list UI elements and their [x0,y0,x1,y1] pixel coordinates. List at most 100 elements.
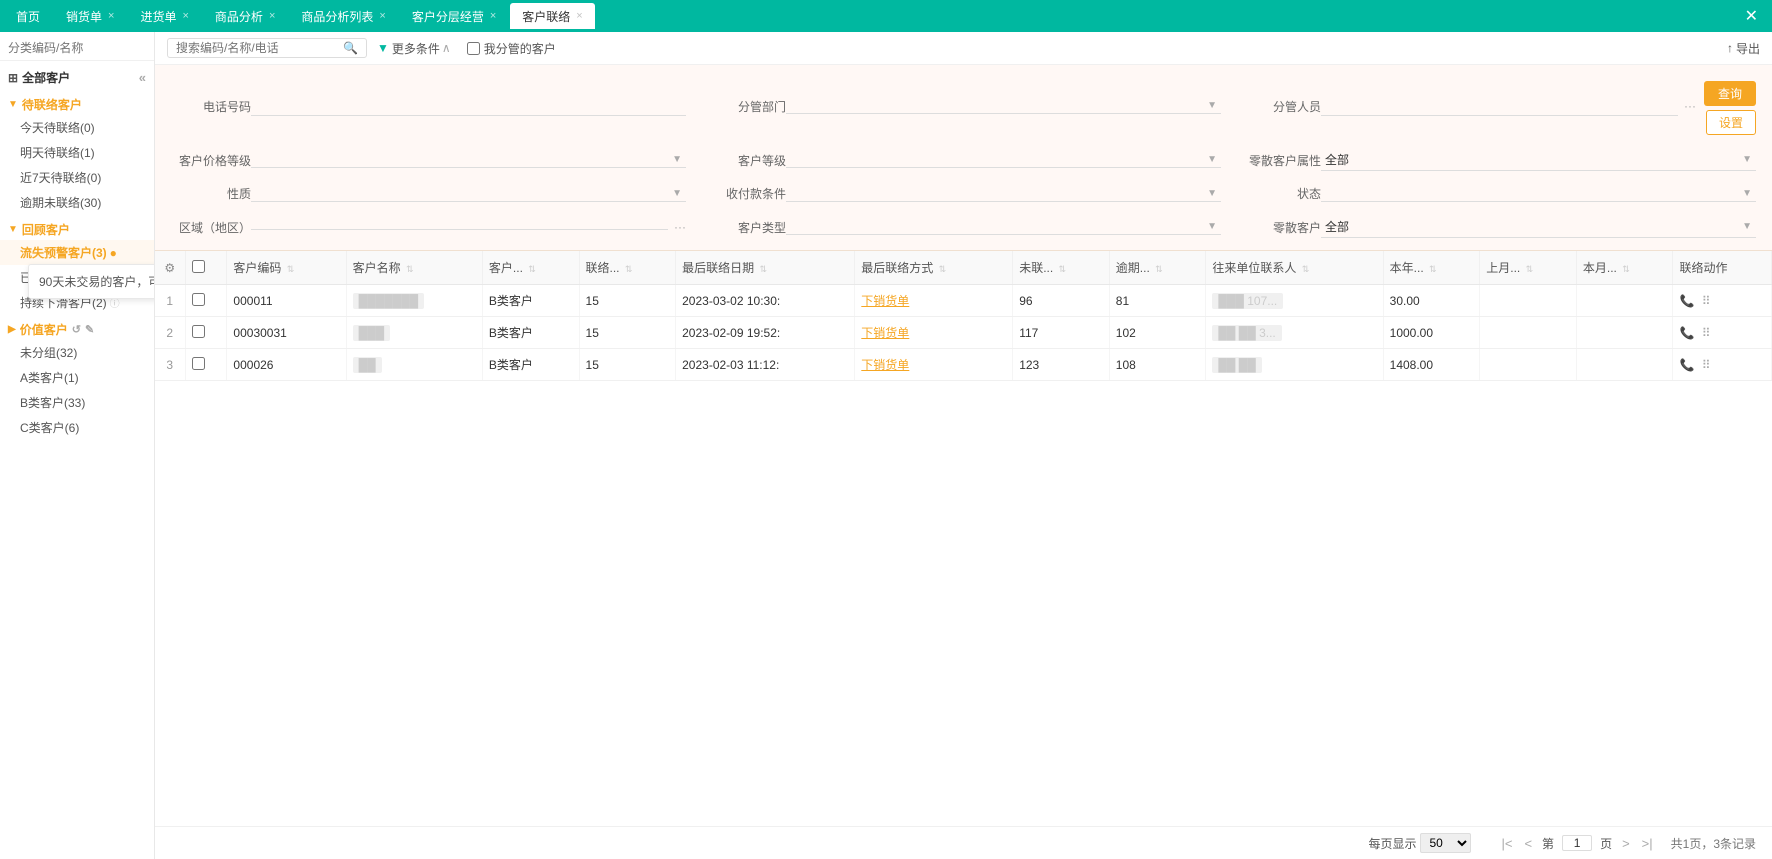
sidebar-group-pending[interactable]: ▼ 待联络客户 [0,90,154,115]
gear-icon[interactable]: ⚙ [164,261,175,275]
window-close-icon[interactable]: ✕ [1735,6,1768,26]
filter-person-dots[interactable]: ··· [1684,99,1696,113]
close-sales-order-icon[interactable]: × [108,10,114,22]
select-all-checkbox[interactable] [192,260,205,273]
tab-sales-order[interactable]: 销货单 × [54,3,126,29]
col-this-year[interactable]: 本年... ⇅ [1383,251,1480,285]
row-this-month [1576,349,1673,381]
action-phone-icon[interactable]: 📞 [1679,326,1694,340]
row-type: B类客户 [482,285,579,317]
search-input[interactable] [176,41,339,55]
table-wrap: ⚙ 客户编码 ⇅ 客户名称 ⇅ [155,251,1772,826]
sidebar-item-c-customers[interactable]: C类客户(6) [0,415,154,440]
row-select-checkbox[interactable] [192,357,205,370]
tab-purchase-order[interactable]: 进货单 × [128,3,200,29]
sidebar-item-churn-warning[interactable]: 流失预警客户(3) ● [0,240,154,265]
first-page-btn[interactable]: |< [1495,834,1518,853]
col-overdue[interactable]: 逾期... ⇅ [1109,251,1206,285]
last-page-btn[interactable]: >| [1636,834,1659,853]
sidebar-group-value[interactable]: ▶ 价值客户 ↺ ✎ [0,315,154,340]
tab-homepage[interactable]: 首页 [4,3,52,29]
edit-icon[interactable]: ✎ [85,323,94,336]
filter-price-level-select[interactable]: ▼ [251,152,686,168]
tab-product-analysis[interactable]: 商品分析 × [203,3,287,29]
prev-page-btn[interactable]: < [1518,834,1538,853]
filter-level-select[interactable]: ▼ [786,152,1221,168]
row-this-month [1576,285,1673,317]
sidebar-all-customers[interactable]: ⊞ 全部客户 « [0,61,154,90]
row-select-checkbox[interactable] [192,325,205,338]
col-last-date[interactable]: 最后联络日期 ⇅ [676,251,855,285]
action-more-icon[interactable]: ⠿ [1702,294,1711,308]
tab-customer-contact[interactable]: 客户联络 × [510,3,594,29]
row-checkbox[interactable] [185,349,227,381]
refresh-icon[interactable]: ↺ [72,323,81,336]
col-not-contact[interactable]: 未联... ⇅ [1013,251,1110,285]
row-code: 000011 [227,285,346,317]
sidebar-item-ungrouped[interactable]: 未分组(32) [0,340,154,365]
sidebar-item-b-customers[interactable]: B类客户(33) [0,390,154,415]
filter-customer-type-select[interactable]: ▼ [786,219,1221,235]
row-checkbox[interactable] [185,285,227,317]
filter-nature-select[interactable]: ▼ [251,186,686,202]
close-product-analysis-icon[interactable]: × [269,10,275,22]
col-last-method[interactable]: 最后联络方式 ⇅ [855,251,1013,285]
per-page-select[interactable]: 50 100 200 [1420,833,1471,853]
filter-status-select[interactable]: ▼ [1321,186,1756,202]
sidebar-item-7days[interactable]: 近7天待联络(0) [0,165,154,190]
sidebar-item-overdue-contact[interactable]: 逾期未联络(30) [0,190,154,215]
tab-customer-stratified[interactable]: 客户分层经营 × [400,3,508,29]
row-last-method[interactable]: 下销货单 [855,317,1013,349]
filter-person-input[interactable] [1321,97,1678,116]
action-more-icon[interactable]: ⠿ [1702,326,1711,340]
my-customers-checkbox[interactable] [467,42,480,55]
sidebar-search-input[interactable] [8,41,155,55]
row-contact: 15 [579,349,676,381]
sidebar-item-tomorrow[interactable]: 明天待联络(1) [0,140,154,165]
page-input[interactable] [1562,835,1592,851]
filter-icon: ▼ [377,41,389,55]
export-btn[interactable]: ↑ 导出 [1727,40,1760,57]
col-this-month[interactable]: 本月... ⇅ [1576,251,1673,285]
row-last-method[interactable]: 下销货单 [855,285,1013,317]
close-purchase-order-icon[interactable]: × [182,10,188,22]
row-code: 00030031 [227,317,346,349]
col-code[interactable]: 客户编码 ⇅ [227,251,346,285]
chevron-down-icon-dept: ▼ [1207,100,1217,111]
filter-region-dots[interactable]: ··· [674,220,686,234]
col-name[interactable]: 客户名称 ⇅ [346,251,482,285]
col-last-month[interactable]: 上月... ⇅ [1480,251,1577,285]
sidebar-group-review[interactable]: ▼ 回顾客户 [0,215,154,240]
query-button[interactable]: 查询 [1704,81,1756,106]
col-type[interactable]: 客户... ⇅ [482,251,579,285]
more-conditions-btn[interactable]: ▼ 更多条件 ∧ [377,40,451,57]
sidebar-collapse-icon[interactable]: « [139,70,146,85]
filter-retail-select[interactable]: 全部 ▼ [1321,216,1756,238]
filter-payment-select[interactable]: ▼ [786,186,1221,202]
close-customer-stratified-icon[interactable]: × [490,10,496,22]
sidebar-item-a-customers[interactable]: A类客户(1) [0,365,154,390]
row-checkbox[interactable] [185,317,227,349]
tab-product-analysis-list[interactable]: 商品分析列表 × [289,3,397,29]
filter-phone-input[interactable] [251,97,686,116]
close-customer-contact-icon[interactable]: × [576,10,582,22]
filter-customer-type: 客户类型 ▼ [706,212,1221,242]
row-last-method[interactable]: 下销货单 [855,349,1013,381]
my-customers-checkbox-wrap[interactable]: 我分管的客户 [467,40,556,57]
search-btn-icon[interactable]: 🔍 [343,41,358,55]
filter-retail-attr-select[interactable]: 全部 ▼ [1321,149,1756,171]
row-select-checkbox[interactable] [192,293,205,306]
action-phone-icon[interactable]: 📞 [1679,294,1694,308]
action-more-icon[interactable]: ⠿ [1702,358,1711,372]
filter-dept-select[interactable]: ▼ [786,98,1221,114]
filter-region-select[interactable] [251,225,668,230]
close-product-analysis-list-icon[interactable]: × [379,10,385,22]
col-contact-person[interactable]: 往来单位联系人 ⇅ [1206,251,1383,285]
sidebar-item-today[interactable]: 今天待联络(0) [0,115,154,140]
next-page-btn[interactable]: > [1616,834,1636,853]
settings-button[interactable]: 设置 [1706,110,1756,135]
col-contact[interactable]: 联络... ⇅ [579,251,676,285]
total-info: 共1页，3条记录 [1671,835,1756,852]
action-phone-icon[interactable]: 📞 [1679,358,1694,372]
row-last-date: 2023-02-03 11:12: [676,349,855,381]
